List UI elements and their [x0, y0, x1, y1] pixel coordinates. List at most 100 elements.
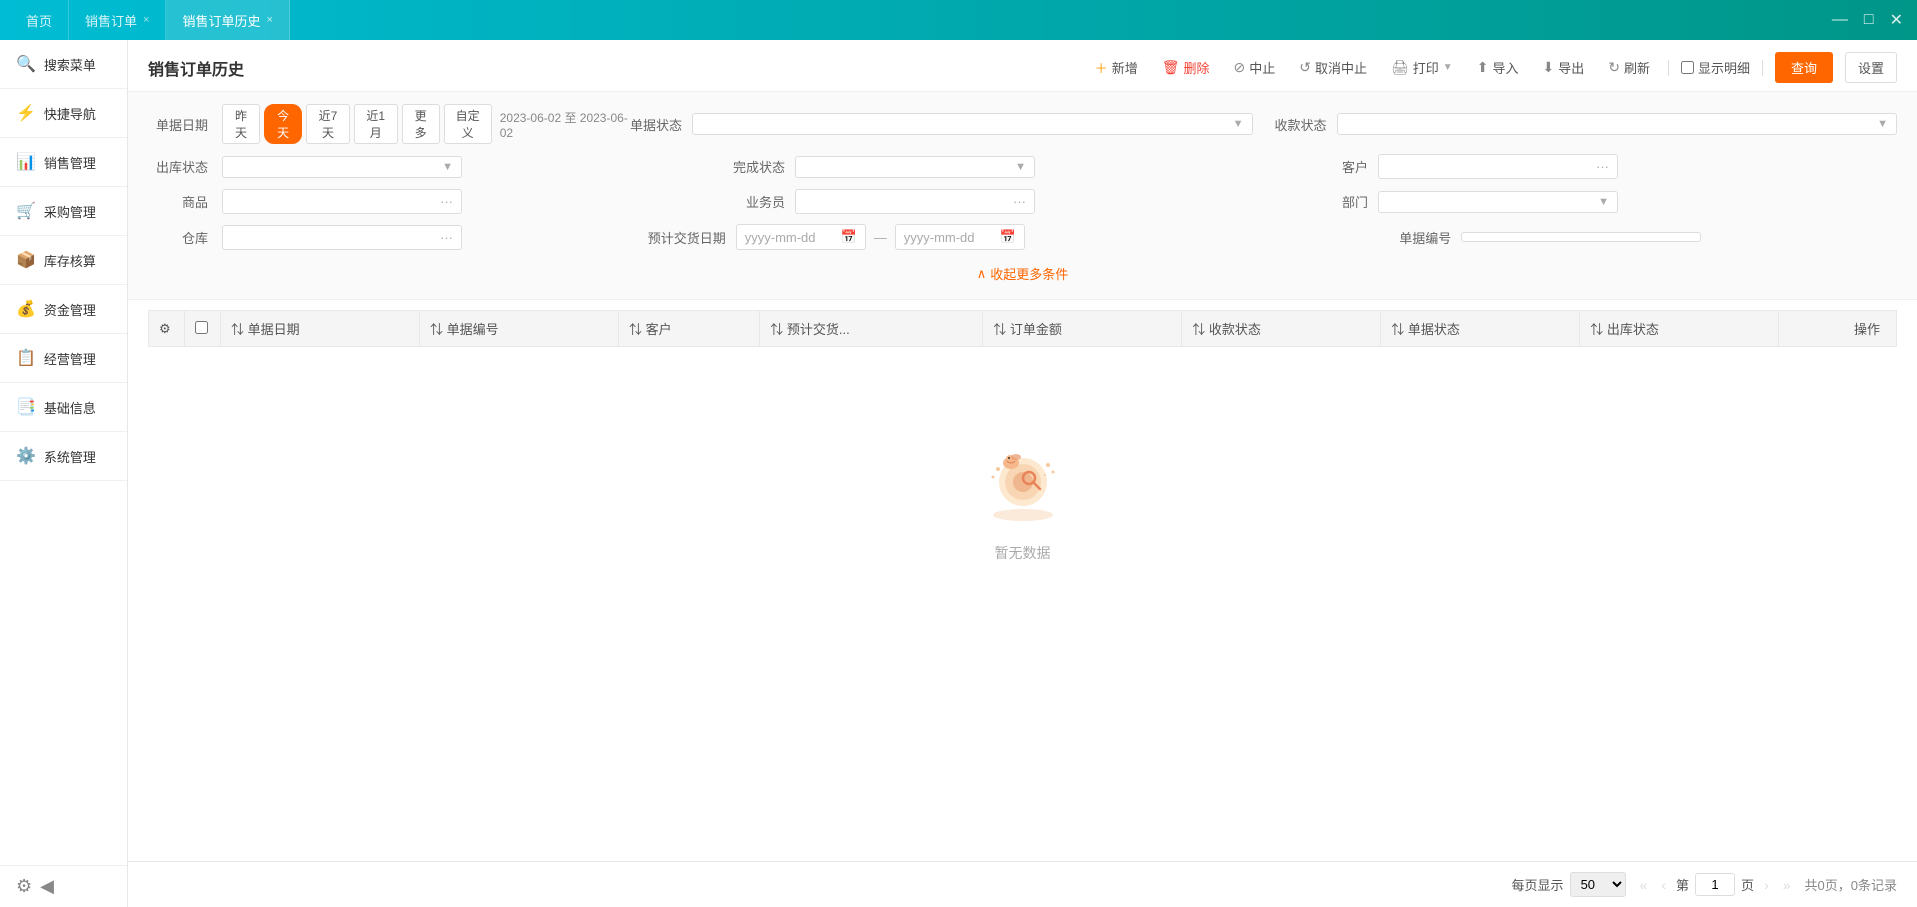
th-customer[interactable]: ⇅ 客户	[618, 311, 759, 347]
sidebar-item-operation-mgmt[interactable]: 📋 经营管理	[0, 334, 127, 383]
doc-status-select[interactable]: ▼	[692, 113, 1253, 135]
close-icon[interactable]: ✕	[1886, 6, 1907, 34]
th-gear[interactable]: ⚙	[149, 311, 185, 347]
empty-state: 暂无数据	[149, 347, 1897, 643]
date-range-text: 2023-06-02 至 2023-06-02	[500, 109, 628, 140]
calendar-start-icon[interactable]: 📅	[841, 229, 857, 245]
show-detail-label: 显示明细	[1698, 58, 1750, 77]
sidebar-item-finance-mgmt-label: 资金管理	[44, 300, 96, 319]
th-payment-status[interactable]: ⇅ 收款状态	[1182, 311, 1381, 347]
delivery-date-start-input[interactable]: yyyy-mm-dd 📅	[736, 224, 866, 250]
date-btn-today[interactable]: 今天	[264, 104, 302, 144]
sidebar-item-inventory-check[interactable]: 📦 库存核算	[0, 236, 127, 285]
product-input[interactable]: ···	[222, 189, 462, 214]
stop-icon: ⊘	[1234, 59, 1246, 76]
show-detail-checkbox[interactable]	[1681, 61, 1694, 74]
tab-sales-order-history[interactable]: 销售订单历史 ×	[166, 0, 289, 40]
table-area: ⚙ ⇅ 单据日期 ⇅ 单据编号 ⇅ 客户	[128, 300, 1917, 861]
maximize-icon[interactable]: □	[1860, 7, 1878, 33]
sidebar-item-finance-mgmt[interactable]: 💰 资金管理	[0, 285, 127, 334]
collapse-row[interactable]: ∧ 收起更多条件	[148, 260, 1897, 287]
th-est-delivery[interactable]: ⇅ 预计交货...	[760, 311, 983, 347]
next-page-button[interactable]: ›	[1760, 875, 1773, 895]
th-doc-number[interactable]: ⇅ 单据编号	[419, 311, 618, 347]
sidebar-item-basic-info[interactable]: 📑 基础信息	[0, 383, 127, 432]
date-btn-7days[interactable]: 近7天	[306, 104, 350, 144]
sales-mgmt-icon: 📊	[16, 152, 36, 172]
sidebar-collapse-icon[interactable]: ◀	[40, 876, 54, 897]
sidebar-item-purchase-mgmt[interactable]: 🛒 采购管理	[0, 187, 127, 236]
date-btn-yesterday[interactable]: 昨天	[222, 104, 260, 144]
stop-button[interactable]: ⊘ 中止	[1228, 54, 1282, 81]
print-button[interactable]: 🖨 打印 ▼	[1385, 54, 1459, 81]
filter-row-3: 商品 ··· 业务员 ··· 部门 ▼	[148, 189, 1897, 214]
gear-icon[interactable]: ⚙	[159, 321, 171, 336]
tab-sales-order-close[interactable]: ×	[143, 14, 149, 26]
complete-status-select[interactable]: ▼	[795, 156, 1035, 178]
print-dropdown-icon: ▼	[1443, 62, 1453, 73]
th-delivery-status[interactable]: ⇅ 出库状态	[1580, 311, 1779, 347]
delivery-date-end-input[interactable]: yyyy-mm-dd 📅	[895, 224, 1025, 250]
system-mgmt-icon: ⚙️	[16, 446, 36, 466]
warehouse-input[interactable]: ···	[222, 225, 462, 250]
th-checkbox[interactable]	[185, 311, 221, 347]
date-btn-more[interactable]: 更多	[402, 104, 440, 144]
cancel-stop-label: 取消中止	[1315, 58, 1367, 77]
customer-input[interactable]: ···	[1378, 154, 1618, 179]
payment-status-select[interactable]: ▼	[1337, 113, 1898, 135]
sidebar-item-quick-nav[interactable]: ⚡ 快捷导航	[0, 89, 127, 138]
tab-home[interactable]: 首页	[10, 0, 69, 40]
plus-icon: ＋	[1095, 58, 1108, 77]
new-button[interactable]: ＋ 新增	[1089, 54, 1144, 81]
page-label-pre: 第	[1676, 875, 1689, 894]
show-detail-checkbox-label[interactable]: 显示明细	[1681, 58, 1750, 77]
th-doc-number-label: ⇅ 单据编号	[430, 322, 499, 337]
export-button[interactable]: ⬇ 导出	[1536, 54, 1590, 81]
topbar-actions: — □ ✕	[1828, 6, 1907, 34]
calendar-end-icon[interactable]: 📅	[1000, 229, 1016, 245]
setting-button[interactable]: 设置	[1845, 52, 1897, 83]
doc-number-input[interactable]	[1461, 232, 1701, 242]
select-all-checkbox[interactable]	[195, 321, 208, 334]
export-icon: ⬇	[1542, 59, 1554, 76]
sidebar-item-sales-mgmt[interactable]: 📊 销售管理	[0, 138, 127, 187]
per-page-select[interactable]: 10 20 50 100	[1570, 872, 1626, 897]
doc-status-chevron: ▼	[1233, 118, 1244, 130]
date-btn-1month[interactable]: 近1月	[354, 104, 398, 144]
refresh-button[interactable]: ↻ 刷新	[1602, 54, 1656, 81]
filter-row-4: 仓库 ··· 预计交货日期 yyyy-mm-dd 📅 — yyyy-mm-dd …	[148, 224, 1897, 250]
sidebar-item-inventory-check-label: 库存核算	[44, 251, 96, 270]
tab-sales-order-history-close[interactable]: ×	[266, 14, 272, 26]
delete-button[interactable]: 🗑 删除	[1156, 54, 1216, 81]
prev-page-button[interactable]: ‹	[1657, 875, 1670, 895]
collapse-icon: ∧	[977, 266, 987, 282]
sidebar-settings-icon[interactable]: ⚙	[16, 876, 32, 897]
last-page-button[interactable]: »	[1779, 875, 1795, 895]
query-button[interactable]: 查询	[1775, 52, 1833, 83]
th-delivery-status-label: ⇅ 出库状态	[1590, 322, 1659, 337]
customer-dots: ···	[1596, 159, 1609, 174]
content-area: 销售订单历史 ＋ 新增 🗑 删除 ⊘ 中止 ↺ 取消中止	[128, 40, 1917, 907]
department-select[interactable]: ▼	[1378, 191, 1618, 213]
inventory-check-icon: 📦	[16, 250, 36, 270]
import-button[interactable]: ⬆ 导入	[1471, 54, 1525, 81]
minimize-icon[interactable]: —	[1828, 7, 1852, 33]
cancel-stop-button[interactable]: ↺ 取消中止	[1293, 54, 1373, 81]
th-order-amount-label: ⇅ 订单金额	[993, 322, 1062, 337]
cancel-stop-icon: ↺	[1299, 59, 1311, 76]
delivery-status-select[interactable]: ▼	[222, 156, 462, 178]
page-number-input[interactable]	[1695, 873, 1735, 896]
refresh-icon: ↻	[1608, 59, 1620, 76]
total-info: 共0页，0条记录	[1805, 875, 1897, 894]
sidebar-item-system-mgmt[interactable]: ⚙️ 系统管理	[0, 432, 127, 481]
first-page-button[interactable]: «	[1636, 875, 1652, 895]
sidebar-item-search-menu[interactable]: 🔍 搜索菜单	[0, 40, 127, 89]
th-doc-status[interactable]: ⇅ 单据状态	[1381, 311, 1580, 347]
th-order-amount[interactable]: ⇅ 订单金额	[983, 311, 1182, 347]
basic-info-icon: 📑	[16, 397, 36, 417]
quick-nav-icon: ⚡	[16, 103, 36, 123]
date-btn-custom[interactable]: 自定义	[444, 104, 492, 144]
salesperson-input[interactable]: ···	[795, 189, 1035, 214]
th-doc-date[interactable]: ⇅ 单据日期	[221, 311, 420, 347]
tab-sales-order[interactable]: 销售订单 ×	[69, 0, 166, 40]
